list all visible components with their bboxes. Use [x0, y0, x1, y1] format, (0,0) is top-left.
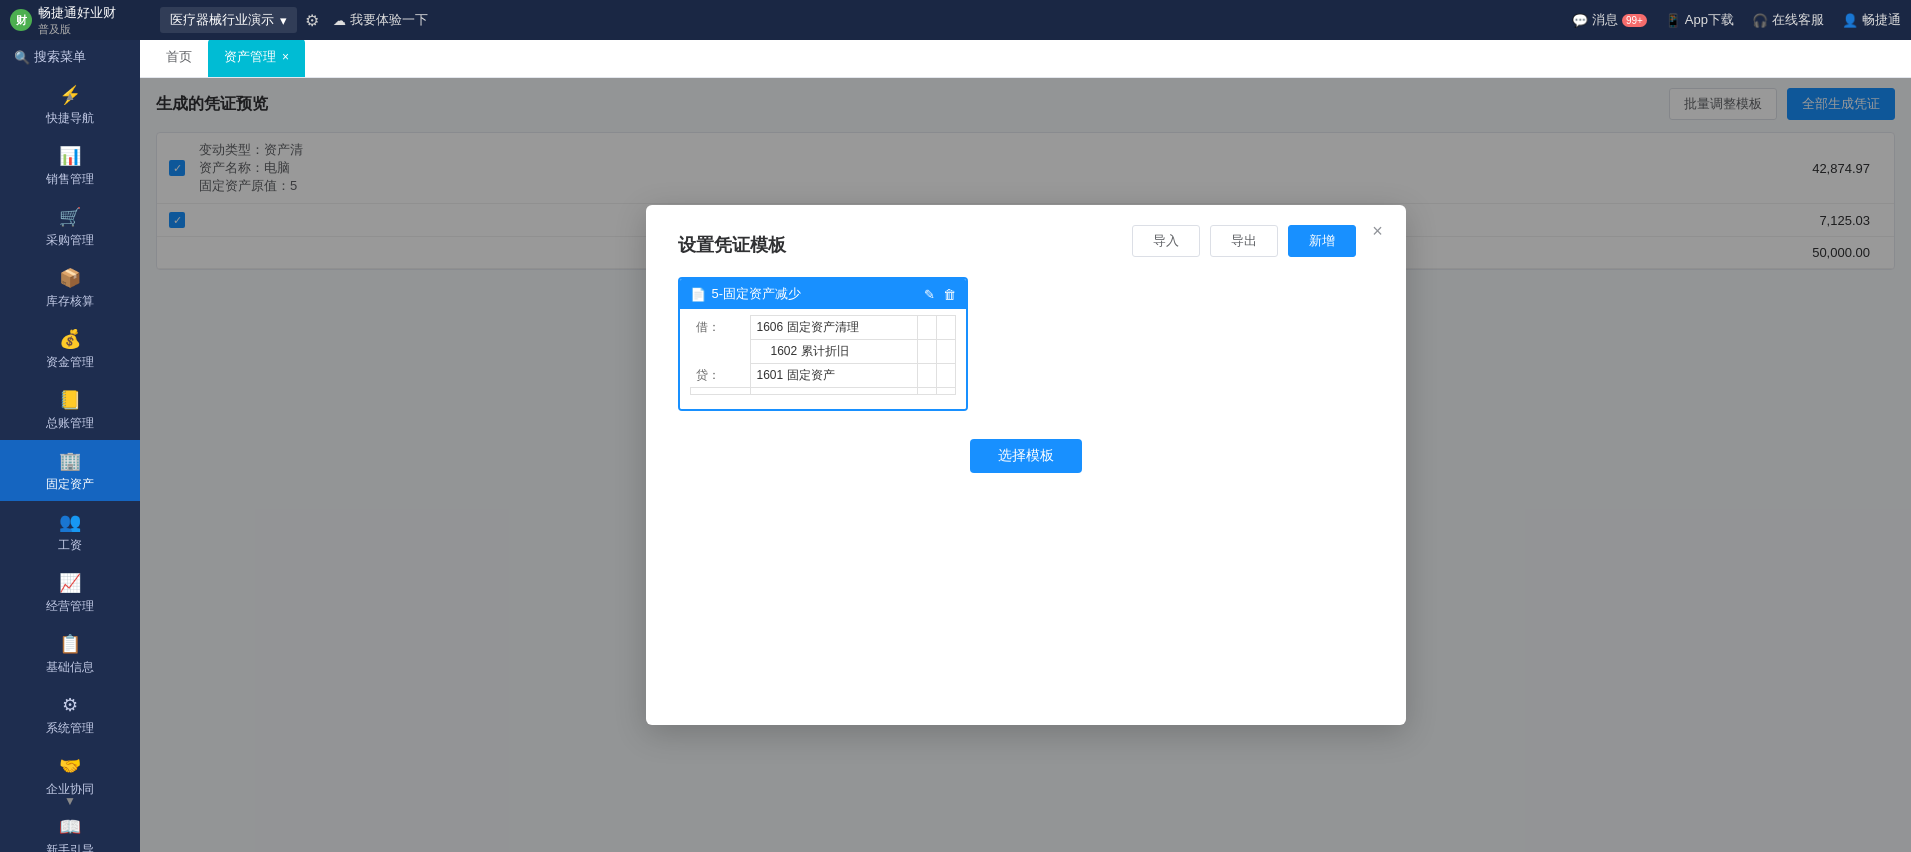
dropdown-icon: ▾ [280, 13, 287, 28]
phone-icon: 📱 [1665, 13, 1681, 28]
import-button[interactable]: 导入 [1132, 225, 1200, 257]
company-name: 医疗器械行业演示 [170, 11, 274, 29]
template-accounts-table: 借： 1606 固定资产清理 1602 累计折旧 [690, 315, 956, 395]
template-card-actions: ✎ 🗑 [924, 287, 956, 302]
operations-icon: 📈 [59, 572, 81, 594]
company-selector[interactable]: 医疗器械行业演示 ▾ [160, 7, 297, 33]
messages-button[interactable]: 💬 消息 99+ [1572, 11, 1647, 29]
modal-dialog: 设置凭证模板 导入 导出 新增 × 📄 [646, 205, 1406, 725]
company-settings-icon[interactable]: ⚙ [305, 11, 319, 30]
sidebar-item-purchase[interactable]: 🛒 采购管理 [0, 196, 140, 257]
page-content: 生成的凭证预览 批量调整模板 全部生成凭证 ✓ 变动类型：资产清 资 [140, 78, 1911, 852]
inventory-icon: 📦 [59, 267, 81, 289]
header-right-actions: 💬 消息 99+ 📱 App下载 🎧 在线客服 👤 畅捷通 [1572, 11, 1901, 29]
experience-button[interactable]: ☁ 我要体验一下 [333, 11, 428, 29]
system-icon: ⚙ [62, 694, 78, 716]
template-name: 5-固定资产减少 [712, 285, 802, 303]
template-card-body: 借： 1606 固定资产清理 1602 累计折旧 [680, 309, 966, 409]
tab-close-icon[interactable]: × [282, 50, 289, 64]
template-edit-icon[interactable]: ✎ [924, 287, 935, 302]
sidebar-item-ledger[interactable]: 📒 总账管理 [0, 379, 140, 440]
guide-icon: 📖 [59, 816, 81, 838]
user-icon: 👤 [1842, 13, 1858, 28]
template-card: 📄 5-固定资产减少 ✎ 🗑 [678, 277, 968, 411]
search-icon: 🔍 [14, 50, 30, 65]
logo-text: 畅捷通好业财 [38, 4, 116, 22]
user-menu-button[interactable]: 👤 畅捷通 [1842, 11, 1901, 29]
sales-icon: 📊 [59, 145, 81, 167]
select-template-button[interactable]: 选择模板 [970, 439, 1082, 473]
modal-overlay: 设置凭证模板 导入 导出 新增 × 📄 [140, 78, 1911, 852]
ledger-icon: 📒 [59, 389, 81, 411]
purchase-icon: 🛒 [59, 206, 81, 228]
template-delete-icon[interactable]: 🗑 [943, 287, 956, 302]
template-line-empty [690, 388, 955, 395]
headset-icon: 🎧 [1752, 13, 1768, 28]
sidebar-item-inventory[interactable]: 📦 库存核算 [0, 257, 140, 318]
template-card-header: 📄 5-固定资产减少 ✎ 🗑 [680, 279, 966, 309]
template-line-credit: 贷： 1601 固定资产 [690, 364, 955, 388]
modal-close-button[interactable]: × [1366, 219, 1390, 243]
sidebar-item-payroll[interactable]: 👥 工资 [0, 501, 140, 562]
edition-label: 普及版 [38, 22, 116, 37]
sidebar-item-search[interactable]: 🔍 搜索菜单 [0, 40, 140, 74]
top-header: 财 畅捷通好业财 普及版 医疗器械行业演示 ▾ ⚙ ☁ 我要体验一下 💬 消息 … [0, 0, 1911, 40]
app-download-button[interactable]: 📱 App下载 [1665, 11, 1734, 29]
sidebar-scroll-down[interactable]: ▼ [0, 790, 140, 812]
sidebar: ▲ 🔍 搜索菜单 ⚡ 快捷导航 📊 销售管理 🛒 采购管理 📦 库存核算 💰 资… [0, 40, 140, 852]
message-badge: 99+ [1622, 14, 1647, 27]
cooperation-icon: 🤝 [59, 755, 81, 777]
tab-home[interactable]: 首页 [150, 39, 208, 77]
sidebar-item-guide[interactable]: 📖 新手引导 [0, 806, 140, 852]
online-service-button[interactable]: 🎧 在线客服 [1752, 11, 1824, 29]
new-template-button[interactable]: 新增 [1288, 225, 1356, 257]
cloud-icon: ☁ [333, 13, 346, 28]
template-line-debit-1: 借： 1606 固定资产清理 [690, 316, 955, 340]
finance-icon: 💰 [59, 328, 81, 350]
main-layout: ▲ 🔍 搜索菜单 ⚡ 快捷导航 📊 销售管理 🛒 采购管理 📦 库存核算 💰 资… [0, 40, 1911, 852]
basics-icon: 📋 [59, 633, 81, 655]
tab-asset-management[interactable]: 资产管理 × [208, 39, 305, 77]
sidebar-item-sales[interactable]: 📊 销售管理 [0, 135, 140, 196]
sidebar-item-finance[interactable]: 💰 资金管理 [0, 318, 140, 379]
sidebar-scroll-up[interactable]: ▲ [0, 85, 140, 107]
tab-bar: 首页 资产管理 × [140, 40, 1911, 78]
template-line-debit-2: 1602 累计折旧 [690, 340, 955, 364]
sidebar-item-basics[interactable]: 📋 基础信息 [0, 623, 140, 684]
sidebar-item-system[interactable]: ⚙ 系统管理 [0, 684, 140, 745]
content-area: 首页 资产管理 × 生成的凭证预览 批量调整模板 全部生成凭证 [140, 40, 1911, 852]
modal-header-actions: 导入 导出 新增 [1132, 225, 1356, 257]
sidebar-item-operations[interactable]: 📈 经营管理 [0, 562, 140, 623]
sidebar-item-fixed-assets[interactable]: 🏢 固定资产 [0, 440, 140, 501]
message-icon: 💬 [1572, 13, 1588, 28]
payroll-icon: 👥 [59, 511, 81, 533]
logo-area: 财 畅捷通好业财 普及版 [10, 4, 150, 37]
template-doc-icon: 📄 [690, 287, 706, 302]
fixed-assets-icon: 🏢 [59, 450, 81, 472]
export-button[interactable]: 导出 [1210, 225, 1278, 257]
logo-icon: 财 [10, 9, 32, 31]
